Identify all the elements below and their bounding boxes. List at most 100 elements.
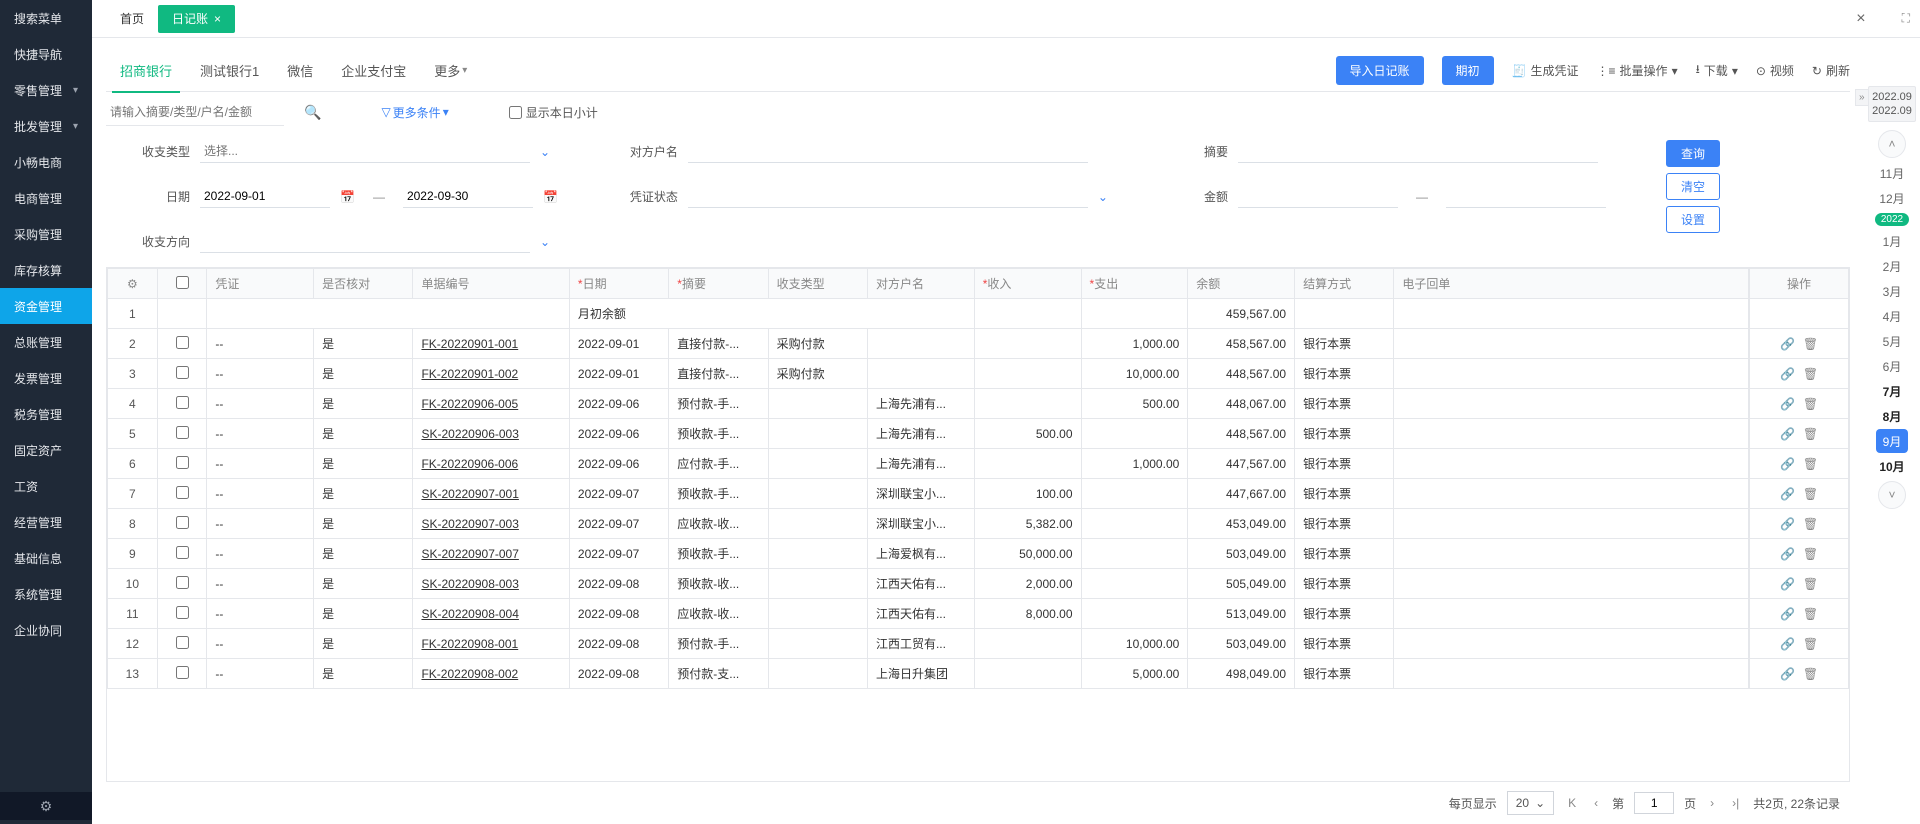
period-init-button[interactable]: 期初 bbox=[1442, 56, 1494, 85]
sidebar-item[interactable]: 工资 bbox=[0, 468, 92, 504]
row-checkbox[interactable] bbox=[176, 426, 189, 439]
close-all-icon[interactable]: × bbox=[1856, 10, 1865, 28]
sidebar-item[interactable]: 总账管理 bbox=[0, 324, 92, 360]
delete-icon[interactable]: 🗑 bbox=[1803, 577, 1818, 591]
chevron-down-icon[interactable]: ⌄ bbox=[540, 145, 550, 159]
link-icon[interactable]: 🔗 bbox=[1780, 637, 1795, 651]
delete-icon[interactable]: 🗑 bbox=[1803, 487, 1818, 501]
sidebar-item[interactable]: 税务管理 bbox=[0, 396, 92, 432]
amount-to-input[interactable] bbox=[1446, 185, 1606, 208]
amount-from-input[interactable] bbox=[1238, 185, 1398, 208]
sidebar-item[interactable]: 小畅电商 bbox=[0, 144, 92, 180]
delete-icon[interactable]: 🗑 bbox=[1803, 547, 1818, 561]
gen-voucher-button[interactable]: 🧾生成凭证 bbox=[1512, 62, 1579, 79]
month-item[interactable]: 4月 bbox=[1876, 304, 1908, 328]
calendar-icon[interactable]: 📅 bbox=[340, 190, 355, 204]
fullscreen-icon[interactable]: ⛶ bbox=[1902, 11, 1910, 26]
month-item[interactable]: 9月 bbox=[1876, 429, 1908, 453]
import-journal-button[interactable]: 导入日记账 bbox=[1336, 56, 1424, 85]
batch-action-button[interactable]: ⋮≡批量操作 ▾ bbox=[1597, 62, 1678, 79]
refresh-button[interactable]: ↻刷新 bbox=[1812, 62, 1850, 79]
party-input[interactable] bbox=[688, 140, 1088, 163]
row-checkbox[interactable] bbox=[176, 546, 189, 559]
sidebar-item[interactable]: 采购管理 bbox=[0, 216, 92, 252]
delete-icon[interactable]: 🗑 bbox=[1803, 517, 1818, 531]
more-conditions-toggle[interactable]: ▽ 更多条件 ▾ bbox=[381, 104, 448, 121]
sidebar-item[interactable]: 固定资产 bbox=[0, 432, 92, 468]
period-display[interactable]: » 2022.09 2022.09 bbox=[1868, 86, 1916, 122]
row-checkbox[interactable] bbox=[176, 576, 189, 589]
month-item[interactable]: 3月 bbox=[1876, 279, 1908, 303]
account-tab[interactable]: 招商银行 bbox=[106, 50, 186, 92]
delete-icon[interactable]: 🗑 bbox=[1803, 667, 1818, 681]
row-checkbox[interactable] bbox=[176, 636, 189, 649]
document-link[interactable]: SK-20220908-004 bbox=[421, 607, 518, 621]
sidebar-item[interactable]: 基础信息 bbox=[0, 540, 92, 576]
month-item[interactable]: 10月 bbox=[1876, 454, 1908, 478]
video-button[interactable]: ⊙视频 bbox=[1756, 62, 1794, 79]
account-tab[interactable]: 测试银行1 bbox=[186, 50, 273, 92]
scroll-down-icon[interactable]: ˅ bbox=[1878, 481, 1906, 509]
link-icon[interactable]: 🔗 bbox=[1780, 367, 1795, 381]
account-tab[interactable]: 更多▾ bbox=[420, 50, 481, 92]
select-all-checkbox[interactable] bbox=[157, 269, 207, 299]
document-link[interactable]: SK-20220907-001 bbox=[421, 487, 518, 501]
first-page-button[interactable]: K bbox=[1564, 794, 1580, 812]
delete-icon[interactable]: 🗑 bbox=[1803, 337, 1818, 351]
row-checkbox[interactable] bbox=[176, 366, 189, 379]
sidebar-item[interactable]: 系统管理 bbox=[0, 576, 92, 612]
document-link[interactable]: FK-20220901-002 bbox=[421, 367, 518, 381]
gear-icon[interactable]: ⚙ bbox=[108, 269, 158, 299]
type-select[interactable] bbox=[200, 140, 530, 163]
row-checkbox[interactable] bbox=[176, 486, 189, 499]
document-link[interactable]: SK-20220906-003 bbox=[421, 427, 518, 441]
clear-button[interactable]: 清空 bbox=[1666, 173, 1720, 200]
document-link[interactable]: SK-20220907-007 bbox=[421, 547, 518, 561]
link-icon[interactable]: 🔗 bbox=[1780, 667, 1795, 681]
collapse-icon[interactable]: » bbox=[1855, 89, 1869, 106]
delete-icon[interactable]: 🗑 bbox=[1803, 427, 1818, 441]
account-tab[interactable]: 企业支付宝 bbox=[327, 50, 420, 92]
close-icon[interactable]: × bbox=[214, 12, 221, 26]
sidebar-item[interactable]: 零售管理▾ bbox=[0, 72, 92, 108]
row-checkbox[interactable] bbox=[176, 396, 189, 409]
date-from-input[interactable] bbox=[200, 185, 330, 208]
download-button[interactable]: ⭳下载 ▾ bbox=[1696, 60, 1738, 81]
voucher-status-select[interactable] bbox=[688, 185, 1088, 208]
month-item[interactable]: 1月 bbox=[1876, 229, 1908, 253]
tab-journal[interactable]: 日记账 × bbox=[158, 5, 235, 33]
delete-icon[interactable]: 🗑 bbox=[1803, 607, 1818, 621]
document-link[interactable]: FK-20220906-006 bbox=[421, 457, 518, 471]
last-page-button[interactable]: ›| bbox=[1728, 794, 1743, 812]
document-link[interactable]: FK-20220901-001 bbox=[421, 337, 518, 351]
month-item[interactable]: 11月 bbox=[1876, 161, 1908, 185]
search-input[interactable] bbox=[106, 99, 284, 126]
delete-icon[interactable]: 🗑 bbox=[1803, 397, 1818, 411]
sidebar-item[interactable]: 快捷导航 bbox=[0, 36, 92, 72]
tab-home[interactable]: 首页 bbox=[106, 5, 158, 33]
chevron-down-icon[interactable]: ⌄ bbox=[540, 235, 550, 249]
month-item[interactable]: 8月 bbox=[1876, 404, 1908, 428]
query-button[interactable]: 查询 bbox=[1666, 140, 1720, 167]
document-link[interactable]: FK-20220908-001 bbox=[421, 637, 518, 651]
sidebar-item[interactable]: 电商管理 bbox=[0, 180, 92, 216]
direction-select[interactable] bbox=[200, 230, 530, 253]
row-checkbox[interactable] bbox=[176, 516, 189, 529]
sidebar-item[interactable]: 经营管理 bbox=[0, 504, 92, 540]
row-checkbox[interactable] bbox=[176, 336, 189, 349]
sidebar-item[interactable]: 搜索菜单 bbox=[0, 0, 92, 36]
sidebar-item[interactable]: 资金管理 bbox=[0, 288, 92, 324]
sidebar-item[interactable]: 批发管理▾ bbox=[0, 108, 92, 144]
calendar-icon[interactable]: 📅 bbox=[543, 190, 558, 204]
row-checkbox[interactable] bbox=[176, 456, 189, 469]
month-item[interactable]: 7月 bbox=[1876, 379, 1908, 403]
settings-gear-icon[interactable]: ⚙ bbox=[0, 792, 92, 820]
document-link[interactable]: FK-20220908-002 bbox=[421, 667, 518, 681]
delete-icon[interactable]: 🗑 bbox=[1803, 367, 1818, 381]
document-link[interactable]: FK-20220906-005 bbox=[421, 397, 518, 411]
page-size-select[interactable]: 20 ⌄ bbox=[1507, 791, 1554, 815]
link-icon[interactable]: 🔗 bbox=[1780, 547, 1795, 561]
row-checkbox[interactable] bbox=[176, 666, 189, 679]
link-icon[interactable]: 🔗 bbox=[1780, 397, 1795, 411]
row-checkbox[interactable] bbox=[176, 606, 189, 619]
